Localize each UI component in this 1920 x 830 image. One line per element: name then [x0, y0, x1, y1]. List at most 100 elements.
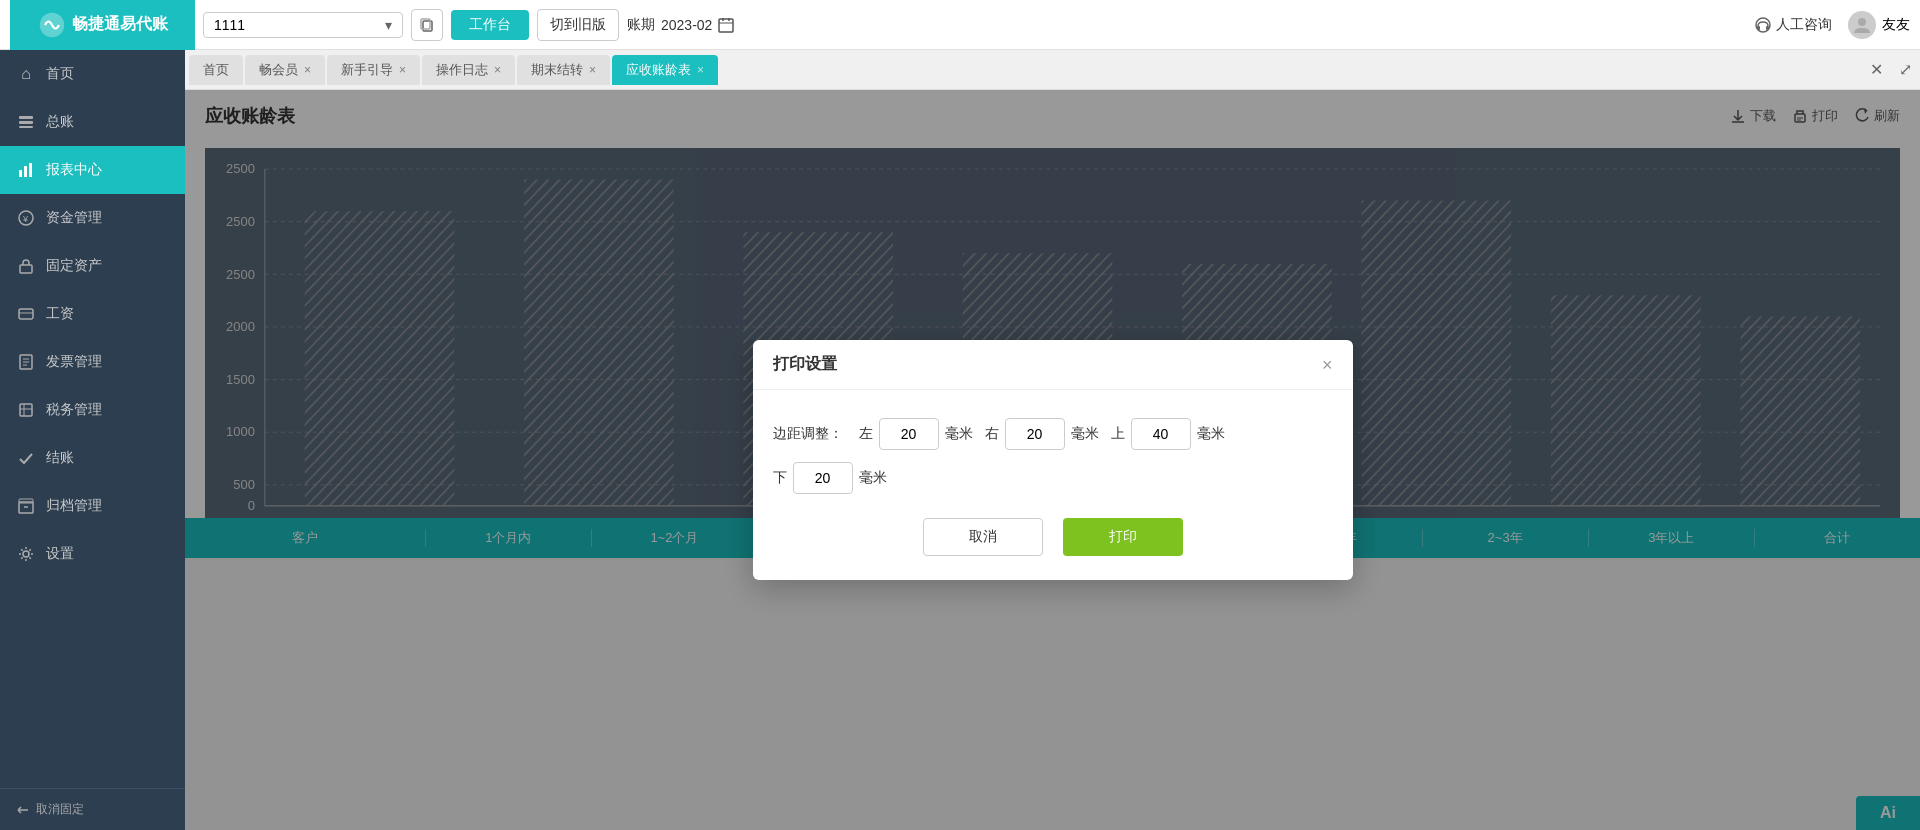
support-label: 人工咨询 — [1776, 16, 1832, 34]
tab-guide-close[interactable]: × — [399, 63, 406, 77]
sidebar-item-invoices[interactable]: 发票管理 — [0, 338, 185, 386]
sidebar-label-tax: 税务管理 — [46, 401, 102, 419]
pin-icon — [16, 803, 30, 817]
cancel-button[interactable]: 取消 — [923, 518, 1043, 556]
sidebar-footer-cancel-pin[interactable]: 取消固定 — [0, 788, 185, 830]
sidebar-item-funds[interactable]: ¥ 资金管理 — [0, 194, 185, 242]
sidebar-label-funds: 资金管理 — [46, 209, 102, 227]
sidebar-item-settings[interactable]: 设置 — [0, 530, 185, 578]
tab-oplog[interactable]: 操作日志 × — [422, 55, 515, 85]
confirm-print-button[interactable]: 打印 — [1063, 518, 1183, 556]
margin-bottom-group: 下 毫米 — [773, 462, 887, 494]
period-value: 2023-02 — [661, 17, 712, 33]
margin-left-input[interactable] — [879, 418, 939, 450]
reports-icon — [16, 160, 36, 180]
sidebar-label-ledger: 总账 — [46, 113, 74, 131]
tab-close-all-button[interactable]: ✕ — [1866, 56, 1887, 83]
margin-top-input[interactable] — [1131, 418, 1191, 450]
funds-icon: ¥ — [16, 208, 36, 228]
invoices-icon — [16, 352, 36, 372]
workbench-button[interactable]: 工作台 — [451, 10, 529, 40]
svg-rect-26 — [20, 404, 32, 416]
sidebar-label-payroll: 工资 — [46, 305, 74, 323]
dialog-title: 打印设置 — [773, 354, 837, 375]
sidebar-item-archive[interactable]: 归档管理 — [0, 482, 185, 530]
svg-rect-9 — [1766, 26, 1769, 30]
calendar-icon — [718, 17, 734, 33]
margin-top-group: 上 毫米 — [1111, 418, 1225, 450]
tab-oplog-close[interactable]: × — [494, 63, 501, 77]
tab-aging[interactable]: 应收账龄表 × — [612, 55, 718, 85]
logo-icon — [38, 11, 66, 39]
dialog-header: 打印设置 × — [753, 340, 1353, 390]
svg-text:¥: ¥ — [22, 214, 29, 224]
tab-guide[interactable]: 新手引导 × — [327, 55, 420, 85]
settings-icon — [16, 544, 36, 564]
period-label-text: 账期 — [627, 16, 655, 34]
period-area: 账期 2023-02 — [627, 16, 734, 34]
dialog-close-button[interactable]: × — [1322, 356, 1333, 374]
sidebar-item-checkout[interactable]: 结账 — [0, 434, 185, 482]
tab-period-end-label: 期末结转 — [531, 61, 583, 79]
svg-rect-15 — [24, 166, 27, 177]
company-name: 1111 — [214, 17, 379, 33]
tab-home[interactable]: 首页 — [189, 55, 243, 85]
svg-rect-19 — [20, 265, 32, 273]
dropdown-icon: ▾ — [385, 17, 392, 33]
tab-member[interactable]: 畅会员 × — [245, 55, 325, 85]
tab-period-end-close[interactable]: × — [589, 63, 596, 77]
user-area[interactable]: 友友 — [1848, 11, 1910, 39]
svg-rect-3 — [719, 19, 733, 32]
sidebar-label-fixed-assets: 固定资产 — [46, 257, 102, 275]
svg-rect-12 — [19, 121, 33, 124]
margin-right-input[interactable] — [1005, 418, 1065, 450]
copy-button[interactable] — [411, 9, 443, 41]
sidebar-label-settings: 设置 — [46, 545, 74, 563]
page-content: 应收账龄表 下载 — [185, 90, 1920, 830]
svg-rect-14 — [19, 170, 22, 177]
checkout-icon — [16, 448, 36, 468]
sidebar-label-reports: 报表中心 — [46, 161, 102, 179]
margin-right-group: 右 毫米 — [985, 418, 1099, 450]
margin-top-unit: 毫米 — [1197, 425, 1225, 443]
avatar — [1848, 11, 1876, 39]
tab-aging-close[interactable]: × — [697, 63, 704, 77]
tab-member-label: 畅会员 — [259, 61, 298, 79]
sidebar-item-general-ledger[interactable]: 总账 — [0, 98, 185, 146]
home-icon: ⌂ — [16, 64, 36, 84]
svg-rect-13 — [19, 126, 33, 128]
tabs-right: ✕ ⤢ — [1866, 56, 1916, 83]
tab-member-close[interactable]: × — [304, 63, 311, 77]
switch-old-button[interactable]: 切到旧版 — [537, 9, 619, 41]
svg-rect-20 — [19, 309, 33, 319]
ledger-icon — [16, 112, 36, 132]
sidebar-item-fixed-assets[interactable]: 固定资产 — [0, 242, 185, 290]
print-settings-overlay: 打印设置 × 边距调整： 左 毫米 右 — [185, 90, 1920, 830]
margin-bottom-label: 下 — [773, 469, 787, 487]
logo-area: 畅捷通易代账 — [10, 0, 195, 50]
sidebar-footer-label: 取消固定 — [36, 801, 84, 818]
sidebar-item-payroll[interactable]: 工资 — [0, 290, 185, 338]
company-selector[interactable]: 1111 ▾ — [203, 12, 403, 38]
sidebar-item-label: 首页 — [46, 65, 74, 83]
sidebar-item-tax[interactable]: 税务管理 — [0, 386, 185, 434]
tab-maximize-button[interactable]: ⤢ — [1895, 56, 1916, 83]
sidebar-item-home[interactable]: ⌂ 首页 — [0, 50, 185, 98]
margin-right-unit: 毫米 — [1071, 425, 1099, 443]
fixed-assets-icon — [16, 256, 36, 276]
tab-guide-label: 新手引导 — [341, 61, 393, 79]
sidebar-label-archive: 归档管理 — [46, 497, 102, 515]
print-settings-dialog: 打印设置 × 边距调整： 左 毫米 右 — [753, 340, 1353, 580]
tab-oplog-label: 操作日志 — [436, 61, 488, 79]
sidebar-item-reports[interactable]: 报表中心 — [0, 146, 185, 194]
header-right: 人工咨询 友友 — [1754, 11, 1910, 39]
svg-point-10 — [1858, 18, 1866, 26]
tab-aging-label: 应收账龄表 — [626, 61, 691, 79]
dialog-body: 边距调整： 左 毫米 右 毫米 — [753, 390, 1353, 518]
top-header: 畅捷通易代账 1111 ▾ 工作台 切到旧版 账期 2023-02 — [0, 0, 1920, 50]
support-link[interactable]: 人工咨询 — [1754, 16, 1832, 34]
margin-left-group: 左 毫米 — [859, 418, 973, 450]
tab-period-end[interactable]: 期末结转 × — [517, 55, 610, 85]
margin-bottom-input[interactable] — [793, 462, 853, 494]
margin-left-unit: 毫米 — [945, 425, 973, 443]
